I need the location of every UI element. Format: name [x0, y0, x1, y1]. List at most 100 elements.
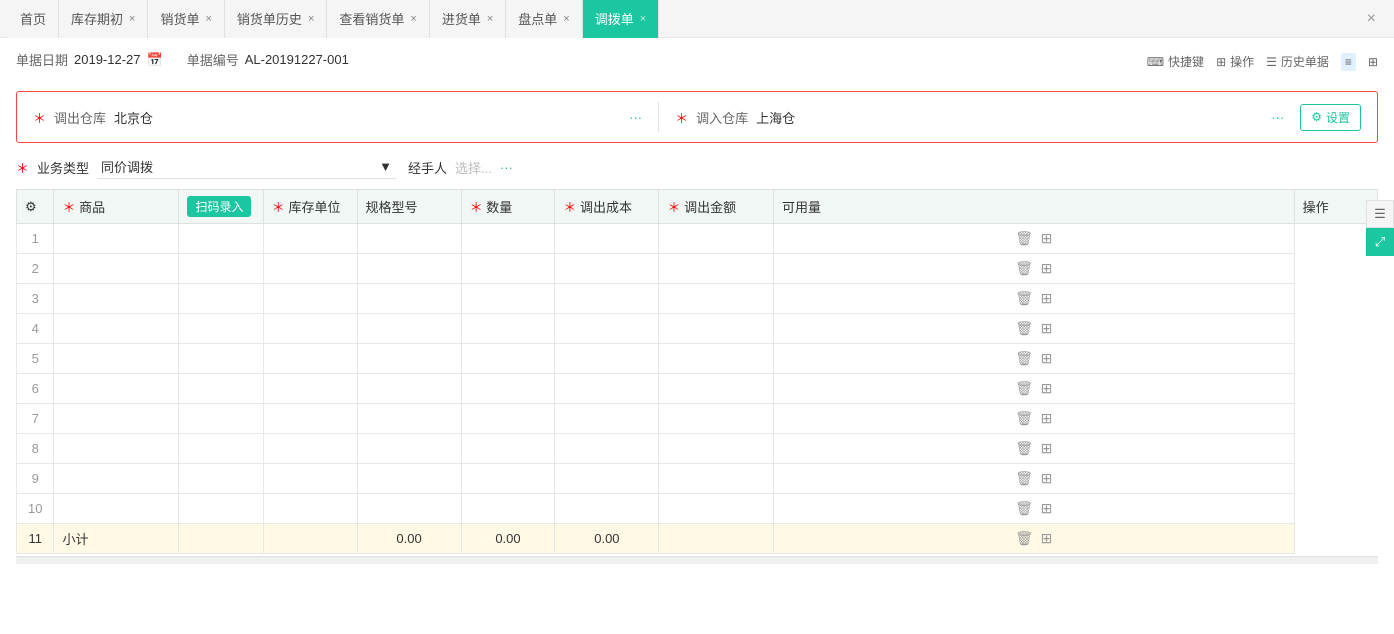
qty-cell-10[interactable]	[357, 494, 461, 524]
scroll-bar[interactable]	[16, 556, 1378, 564]
delete-icon[interactable]: 🗑	[1015, 440, 1033, 456]
unit-cell-6[interactable]	[179, 374, 263, 404]
delete-icon[interactable]: 🗑	[1015, 380, 1033, 396]
qty-cell-3[interactable]	[357, 284, 461, 314]
tab-stocktake[interactable]: 盘点单 ×	[506, 0, 582, 38]
qty-cell-4[interactable]	[357, 314, 461, 344]
delete-icon[interactable]: 🗑	[1015, 530, 1033, 546]
cost-cell-1[interactable]	[461, 224, 555, 254]
cost-cell-10[interactable]	[461, 494, 555, 524]
spec-cell-8[interactable]	[263, 434, 357, 464]
in-warehouse-more[interactable]: ···	[1271, 110, 1284, 125]
scan-button[interactable]: 扫码录入	[187, 196, 251, 217]
gear-icon[interactable]: ⚙	[25, 199, 37, 214]
spec-cell-3[interactable]	[263, 284, 357, 314]
biz-type-select[interactable]: 同价调拨 ▼	[97, 155, 396, 179]
unit-cell-3[interactable]	[179, 284, 263, 314]
settings-button[interactable]: ⚙ 设置	[1300, 104, 1361, 131]
amount-cell-6[interactable]	[555, 374, 659, 404]
unit-cell-4[interactable]	[179, 314, 263, 344]
spec-cell-7[interactable]	[263, 404, 357, 434]
delete-icon[interactable]: 🗑	[1015, 500, 1033, 516]
spec-cell-5[interactable]	[263, 344, 357, 374]
copy-icon[interactable]: ⊞	[1041, 350, 1053, 366]
amount-cell-9[interactable]	[555, 464, 659, 494]
close-tab-sales-history[interactable]: ×	[308, 13, 314, 25]
amount-cell-7[interactable]	[555, 404, 659, 434]
copy-icon[interactable]: ⊞	[1041, 530, 1053, 546]
cost-cell-8[interactable]	[461, 434, 555, 464]
person-more[interactable]: ···	[500, 160, 513, 175]
amount-cell-10[interactable]	[555, 494, 659, 524]
delete-icon[interactable]: 🗑	[1015, 470, 1033, 486]
list-view-button[interactable]: ≡	[1341, 53, 1356, 71]
product-cell-5[interactable]	[54, 344, 179, 374]
spec-cell-6[interactable]	[263, 374, 357, 404]
shortcut-button[interactable]: ⌨ 快捷键	[1147, 53, 1204, 70]
copy-icon[interactable]: ⊞	[1041, 470, 1053, 486]
delete-icon[interactable]: 🗑	[1015, 410, 1033, 426]
copy-icon[interactable]: ⊞	[1041, 500, 1053, 516]
product-cell-4[interactable]	[54, 314, 179, 344]
close-tab-inventory-init[interactable]: ×	[129, 13, 135, 25]
cost-cell-7[interactable]	[461, 404, 555, 434]
amount-cell-3[interactable]	[555, 284, 659, 314]
copy-icon[interactable]: ⊞	[1041, 260, 1053, 276]
tab-transfer[interactable]: 调拨单 ×	[583, 0, 659, 38]
cost-cell-2[interactable]	[461, 254, 555, 284]
spec-cell-1[interactable]	[263, 224, 357, 254]
spec-cell-9[interactable]	[263, 464, 357, 494]
tab-purchase-order[interactable]: 进货单 ×	[430, 0, 506, 38]
amount-cell-4[interactable]	[555, 314, 659, 344]
person-placeholder[interactable]: 选择...	[455, 158, 492, 177]
unit-cell-1[interactable]	[179, 224, 263, 254]
calendar-icon[interactable]: 📅	[147, 52, 163, 68]
unit-cell-9[interactable]	[179, 464, 263, 494]
amount-cell-1[interactable]	[555, 224, 659, 254]
product-cell-3[interactable]	[54, 284, 179, 314]
delete-icon[interactable]: 🗑	[1015, 230, 1033, 246]
qty-cell-5[interactable]	[357, 344, 461, 374]
cost-cell-6[interactable]	[461, 374, 555, 404]
product-cell-1[interactable]	[54, 224, 179, 254]
unit-cell-8[interactable]	[179, 434, 263, 464]
spec-cell-10[interactable]	[263, 494, 357, 524]
product-cell-8[interactable]	[54, 434, 179, 464]
grid-view-button[interactable]: ⊞	[1368, 55, 1378, 69]
close-tab-transfer[interactable]: ×	[640, 13, 646, 25]
tab-bar-close-button[interactable]: ×	[1357, 10, 1386, 28]
cost-cell-4[interactable]	[461, 314, 555, 344]
qty-cell-6[interactable]	[357, 374, 461, 404]
tab-view-sales[interactable]: 查看销货单 ×	[327, 0, 429, 38]
cost-cell-5[interactable]	[461, 344, 555, 374]
close-tab-stocktake[interactable]: ×	[563, 13, 569, 25]
tab-inventory-init[interactable]: 库存期初 ×	[59, 0, 148, 38]
cost-cell-9[interactable]	[461, 464, 555, 494]
ops-button[interactable]: ⊞ 操作	[1216, 53, 1254, 70]
unit-cell-7[interactable]	[179, 404, 263, 434]
copy-icon[interactable]: ⊞	[1041, 230, 1053, 246]
float-list-icon[interactable]: ☰	[1366, 200, 1394, 228]
delete-icon[interactable]: 🗑	[1015, 290, 1033, 306]
unit-cell-5[interactable]	[179, 344, 263, 374]
float-expand-icon[interactable]: ⤢	[1366, 228, 1394, 256]
delete-icon[interactable]: 🗑	[1015, 260, 1033, 276]
copy-icon[interactable]: ⊞	[1041, 380, 1053, 396]
copy-icon[interactable]: ⊞	[1041, 410, 1053, 426]
unit-cell-2[interactable]	[179, 254, 263, 284]
unit-cell-10[interactable]	[179, 494, 263, 524]
qty-cell-7[interactable]	[357, 404, 461, 434]
copy-icon[interactable]: ⊞	[1041, 320, 1053, 336]
spec-cell-4[interactable]	[263, 314, 357, 344]
product-cell-6[interactable]	[54, 374, 179, 404]
qty-cell-8[interactable]	[357, 434, 461, 464]
th-gear[interactable]: ⚙	[17, 190, 54, 224]
tab-sales-history[interactable]: 销货单历史 ×	[225, 0, 327, 38]
product-cell-10[interactable]	[54, 494, 179, 524]
qty-cell-1[interactable]	[357, 224, 461, 254]
th-scan[interactable]: 扫码录入	[179, 190, 263, 224]
out-warehouse-more[interactable]: ···	[629, 110, 642, 125]
close-tab-view-sales[interactable]: ×	[410, 13, 416, 25]
amount-cell-8[interactable]	[555, 434, 659, 464]
product-cell-9[interactable]	[54, 464, 179, 494]
